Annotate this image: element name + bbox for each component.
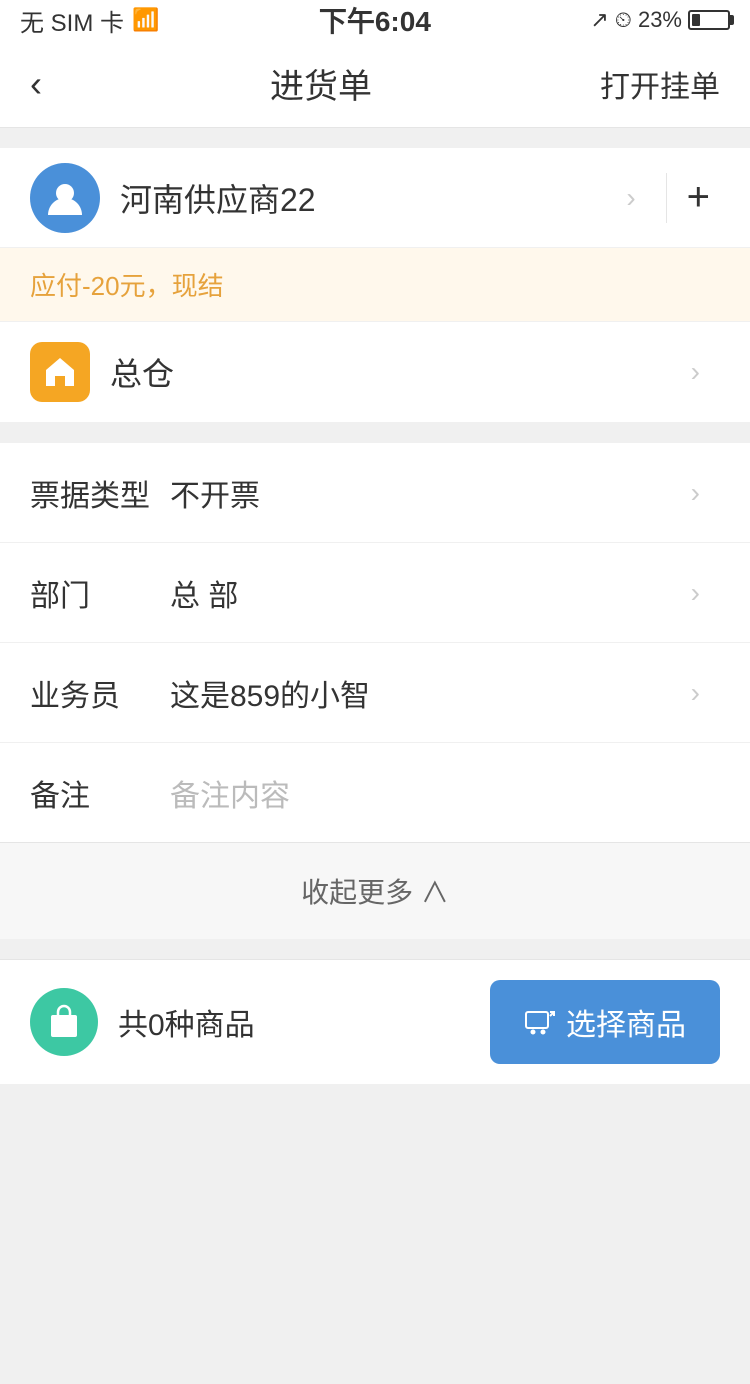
collapse-button[interactable]: 收起更多 ∧	[0, 842, 750, 939]
background-fill	[0, 1084, 750, 1384]
alarm-icon: ⏲	[615, 7, 632, 33]
department-label: 部门	[30, 571, 170, 615]
warehouse-icon	[30, 342, 90, 402]
form-section: 票据类型 不开票 › 部门 总 部 › 业务员 这是859的小智 › 备注 备注…	[0, 442, 750, 939]
warehouse-chevron-icon: ›	[691, 356, 700, 388]
supplier-chevron-icon: ›	[626, 182, 635, 214]
warehouse-row[interactable]: 总仓 ›	[0, 322, 750, 422]
status-right: ↗ ⏲ 23%	[590, 7, 730, 33]
user-icon	[44, 177, 86, 219]
battery-percent: 23%	[638, 7, 682, 33]
battery-icon	[688, 10, 730, 30]
invoice-type-label: 票据类型	[30, 471, 170, 515]
status-time: 下午6:04	[319, 0, 431, 40]
home-icon	[42, 354, 78, 390]
add-button[interactable]: +	[677, 175, 720, 220]
salesperson-chevron-icon: ›	[691, 677, 700, 709]
select-product-button[interactable]: 选择商品	[490, 980, 720, 1064]
open-pending-button[interactable]: 打开挂单	[600, 62, 720, 106]
status-left: 无 SIM 卡 📶	[20, 3, 159, 38]
back-button[interactable]: ‹	[30, 63, 42, 105]
department-value: 总 部	[170, 571, 691, 615]
supplier-row[interactable]: 河南供应商22 › +	[0, 148, 750, 248]
salesperson-row[interactable]: 业务员 这是859的小智 ›	[0, 642, 750, 742]
invoice-type-chevron-icon: ›	[691, 477, 700, 509]
section-gap-2	[0, 422, 750, 442]
department-chevron-icon: ›	[691, 577, 700, 609]
remark-input[interactable]: 备注内容	[170, 771, 720, 815]
supplier-name: 河南供应商22	[120, 175, 626, 221]
divider	[666, 173, 667, 223]
nav-bar: ‹ 进货单 打开挂单	[0, 40, 750, 128]
shopping-bag-icon	[43, 1001, 85, 1043]
department-row[interactable]: 部门 总 部 ›	[0, 542, 750, 642]
section-gap-1	[0, 128, 750, 148]
select-product-label: 选择商品	[566, 1000, 686, 1044]
notice-bar: 应付-20元，现结	[0, 248, 750, 322]
remark-label: 备注	[30, 771, 170, 815]
warehouse-name: 总仓	[110, 349, 691, 395]
product-icon	[30, 988, 98, 1056]
invoice-type-row[interactable]: 票据类型 不开票 ›	[0, 442, 750, 542]
carrier-text: 无 SIM 卡	[20, 3, 124, 38]
invoice-type-value: 不开票	[170, 471, 691, 515]
page-title: 进货单	[270, 59, 372, 108]
remark-row[interactable]: 备注 备注内容	[0, 742, 750, 842]
wifi-icon: 📶	[132, 7, 159, 33]
supplier-avatar	[30, 163, 100, 233]
product-count: 共0种商品	[118, 1000, 490, 1044]
salesperson-label: 业务员	[30, 671, 170, 715]
supplier-section: 河南供应商22 › + 应付-20元，现结 总仓 ›	[0, 148, 750, 422]
salesperson-value: 这是859的小智	[170, 671, 691, 715]
product-bar: 共0种商品 选择商品	[0, 959, 750, 1084]
location-icon: ↗	[590, 7, 608, 33]
cart-icon	[524, 1008, 556, 1036]
status-bar: 无 SIM 卡 📶 下午6:04 ↗ ⏲ 23%	[0, 0, 750, 40]
